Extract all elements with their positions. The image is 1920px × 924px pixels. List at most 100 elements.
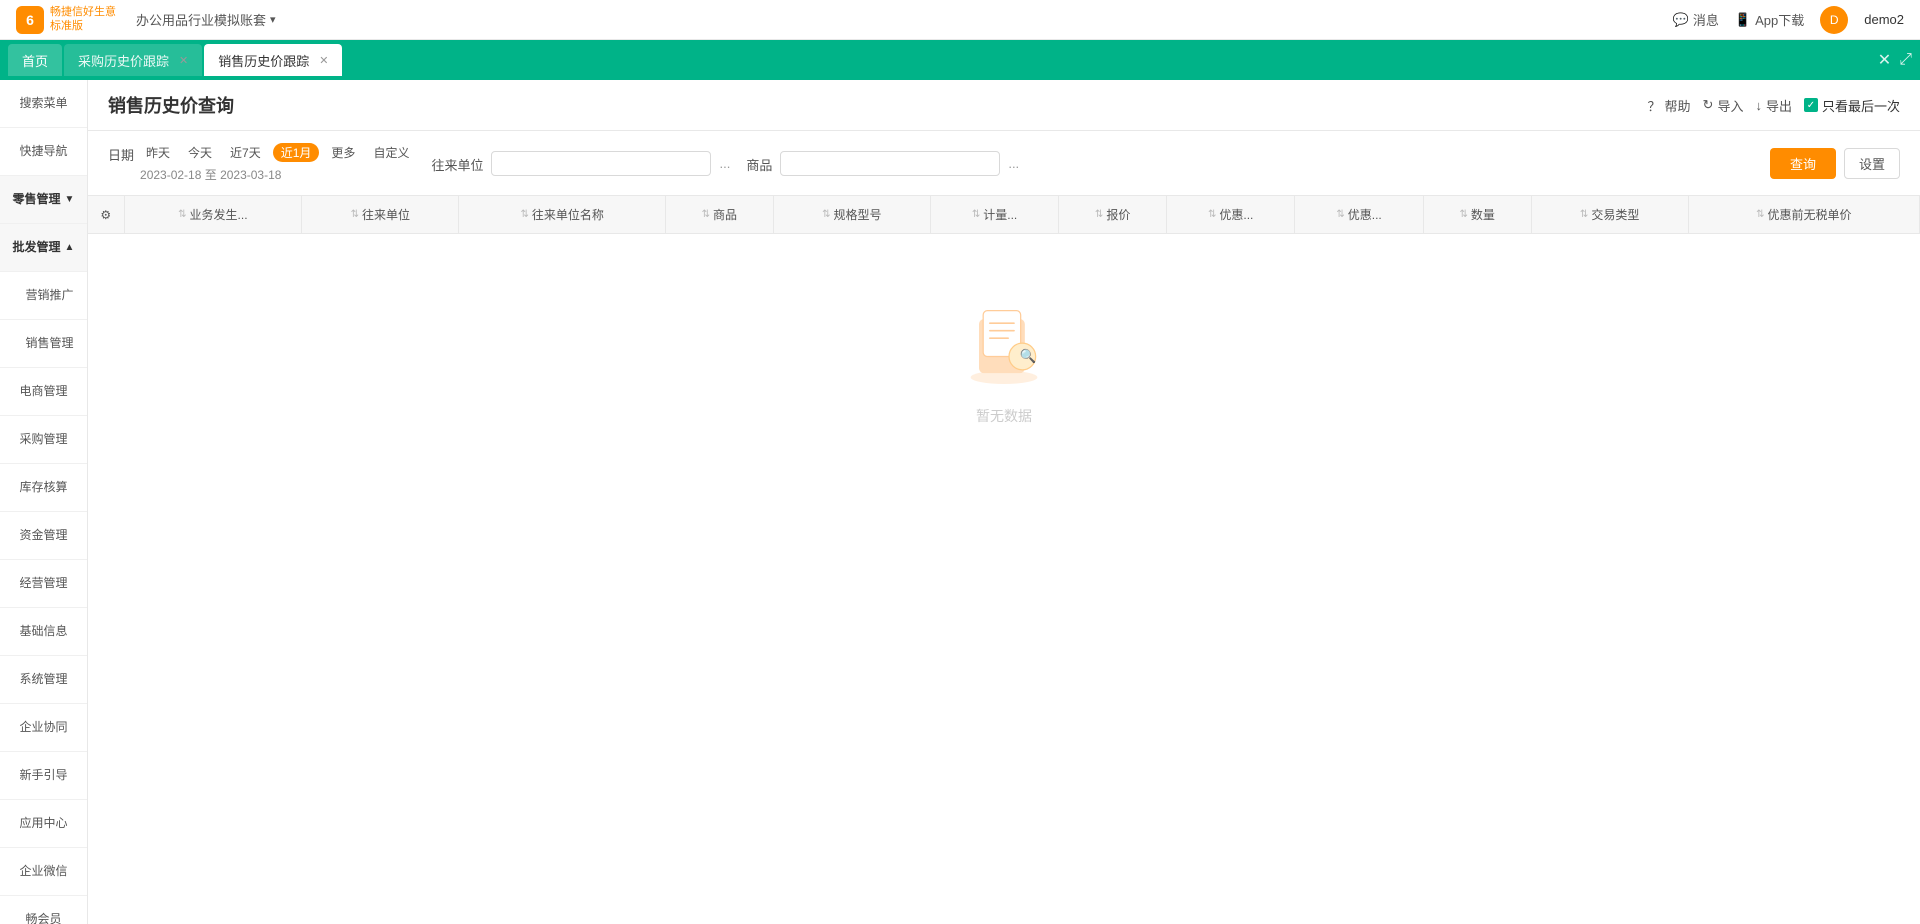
wholesale-mgmt-arrow-icon: ▲ [65,241,75,254]
top-header: 6 畅捷信好生意 标准版 办公用品行业模拟账套 ▾ 💬 消息 📱 App下载 D… [0,0,1920,40]
sort-icon: ⇅ [1336,209,1344,220]
help-icon: ？ [1648,96,1661,115]
sidebar-item-sales-mgmt[interactable]: 销售管理 [0,320,87,368]
sort-icon: ⇅ [351,209,359,220]
sort-icon: ⇅ [520,209,528,220]
sidebar-item-finance[interactable]: 资金管理 [0,512,87,560]
settings-button[interactable]: 设置 [1844,148,1900,179]
th-goods[interactable]: ⇅ 商品 [665,196,773,234]
th-gear[interactable]: ⚙ [88,196,124,234]
retail-mgmt-label: 零售管理 [13,192,61,208]
sidebar-item-retail-mgmt[interactable]: 零售管理 ▼ [0,176,87,224]
th-partner-code[interactable]: ⇅ 往来单位 [302,196,459,234]
sort-icon: ⇅ [1580,209,1588,220]
newbie-label: 新手引导 [19,768,67,784]
sidebar-item-marketing[interactable]: 营销推广 [0,272,87,320]
partner-dots-icon[interactable]: ... [719,156,730,171]
sidebar-item-system[interactable]: 系统管理 [0,656,87,704]
empty-text: 暂无数据 [976,406,1032,426]
tab-purchase-close-icon[interactable]: ✕ [179,54,188,67]
goods-input[interactable] [780,151,1000,176]
tab-home[interactable]: 首页 [8,44,62,76]
username[interactable]: demo2 [1864,12,1904,27]
date-btn-yesterday[interactable]: 昨天 [140,143,176,162]
empty-state: 🔍 暂无数据 [88,234,1920,486]
avatar: D [1820,6,1848,34]
tab-purchase-history[interactable]: 采购历史价跟踪 ✕ [64,44,202,76]
sidebar-item-search-menu[interactable]: 搜索菜单 [0,80,87,128]
import-link[interactable]: ↻ 导入 [1703,96,1744,115]
marketing-label: 营销推广 [25,288,73,304]
goods-filter-group: 商品 ... [746,151,1019,176]
tab-bar: 首页 采购历史价跟踪 ✕ 销售历史价跟踪 ✕ ✕ ⤢ [0,40,1920,80]
enterprise-coop-label: 企业协同 [19,720,67,736]
page-actions: ？ 帮助 ↻ 导入 ↓ 导出 ✓ 只看最后一次 [1648,96,1900,115]
logo-icon: 6 [16,6,44,34]
app-center-label: 应用中心 [19,816,67,832]
th-discount1[interactable]: ⇅ 优惠... [1167,196,1295,234]
sidebar: 搜索菜单 快捷导航 零售管理 ▼ 批发管理 ▲ 营销推广 销售管理 电商管理 采 [0,80,88,924]
sidebar-item-inventory[interactable]: 库存核算 [0,464,87,512]
th-qty[interactable]: ⇅ 数量 [1423,196,1531,234]
sidebar-item-members[interactable]: 畅会员 [0,896,87,924]
partner-input[interactable] [491,151,711,176]
finance-label: 资金管理 [19,528,67,544]
date-btn-7days[interactable]: 近7天 [224,143,267,162]
sidebar-item-app-center[interactable]: 应用中心 [0,800,87,848]
date-btn-more[interactable]: 更多 [325,143,361,162]
sidebar-item-quick-nav[interactable]: 快捷导航 [0,128,87,176]
import-icon: ↻ [1703,97,1714,113]
sidebar-item-enterprise-wechat[interactable]: 企业微信 [0,848,87,896]
page-header: 销售历史价查询 ？ 帮助 ↻ 导入 ↓ 导出 ✓ [88,80,1920,131]
only-last-checkbox[interactable]: ✓ 只看最后一次 [1804,96,1900,115]
tab-sales-history[interactable]: 销售历史价跟踪 ✕ [204,44,342,76]
th-price[interactable]: ⇅ 报价 [1059,196,1167,234]
date-label: 日期 [108,143,134,164]
export-link[interactable]: ↓ 导出 [1755,96,1792,115]
sidebar-item-operations[interactable]: 经营管理 [0,560,87,608]
logo-area: 6 畅捷信好生意 标准版 [16,6,116,34]
workspace-name: 办公用品行业模拟账套 [136,10,266,29]
tab-close-all-icon[interactable]: ✕ [1878,50,1891,70]
tab-sales-close-icon[interactable]: ✕ [319,54,328,67]
table-container[interactable]: ⚙ ⇅ 业务发生... ⇅ 往来单位 [88,196,1920,924]
tab-bar-right: ✕ ⤢ [1878,50,1912,70]
partner-filter-group: 往来单位 ... [431,151,730,176]
th-spec[interactable]: ⇅ 规格型号 [773,196,930,234]
gear-icon[interactable]: ⚙ [100,208,111,222]
query-button[interactable]: 查询 [1770,148,1836,179]
data-table: ⚙ ⇅ 业务发生... ⇅ 往来单位 [88,196,1920,234]
sidebar-item-enterprise-coop[interactable]: 企业协同 [0,704,87,752]
svg-text:🔍: 🔍 [1020,348,1037,364]
quick-nav-label: 快捷导航 [19,144,67,160]
sidebar-item-ecommerce[interactable]: 电商管理 [0,368,87,416]
checkbox-icon: ✓ [1804,98,1818,112]
goods-dots-icon[interactable]: ... [1008,156,1019,171]
filter-dates: 昨天 今天 近7天 近1月 更多 自定义 2023-02-18 至 2023-0… [140,143,415,183]
message-icon: 💬 [1673,12,1689,28]
th-unit[interactable]: ⇅ 计量... [930,196,1058,234]
tab-maximize-icon[interactable]: ⤢ [1899,51,1912,69]
message-button[interactable]: 💬 消息 [1673,10,1719,29]
th-discount2[interactable]: ⇅ 优惠... [1295,196,1423,234]
help-link[interactable]: ？ 帮助 [1648,96,1691,115]
table-header-row: ⚙ ⇅ 业务发生... ⇅ 往来单位 [88,196,1920,234]
sidebar-item-basic-info[interactable]: 基础信息 [0,608,87,656]
app-download-button[interactable]: 📱 App下载 [1735,10,1804,29]
date-btn-custom[interactable]: 自定义 [367,143,415,162]
sales-mgmt-label: 销售管理 [25,336,73,352]
th-trade-type[interactable]: ⇅ 交易类型 [1531,196,1688,234]
workspace-selector[interactable]: 办公用品行业模拟账套 ▾ [136,10,276,29]
sort-icon: ⇅ [702,209,710,220]
th-biz-date[interactable]: ⇅ 业务发生... [124,196,302,234]
th-partner-name[interactable]: ⇅ 往来单位名称 [459,196,666,234]
date-btn-today[interactable]: 今天 [182,143,218,162]
th-pre-tax-price[interactable]: ⇅ 优惠前无税单价 [1688,196,1919,234]
sidebar-item-wholesale-mgmt[interactable]: 批发管理 ▲ [0,224,87,272]
sidebar-item-purchase[interactable]: 采购管理 [0,416,87,464]
sort-icon: ⇅ [822,209,830,220]
enterprise-wechat-label: 企业微信 [19,864,67,880]
sidebar-item-newbie[interactable]: 新手引导 [0,752,87,800]
date-btn-1month[interactable]: 近1月 [273,143,320,162]
date-filter-group: 日期 昨天 今天 近7天 近1月 更多 自定义 2023-02-18 至 202… [108,143,415,183]
